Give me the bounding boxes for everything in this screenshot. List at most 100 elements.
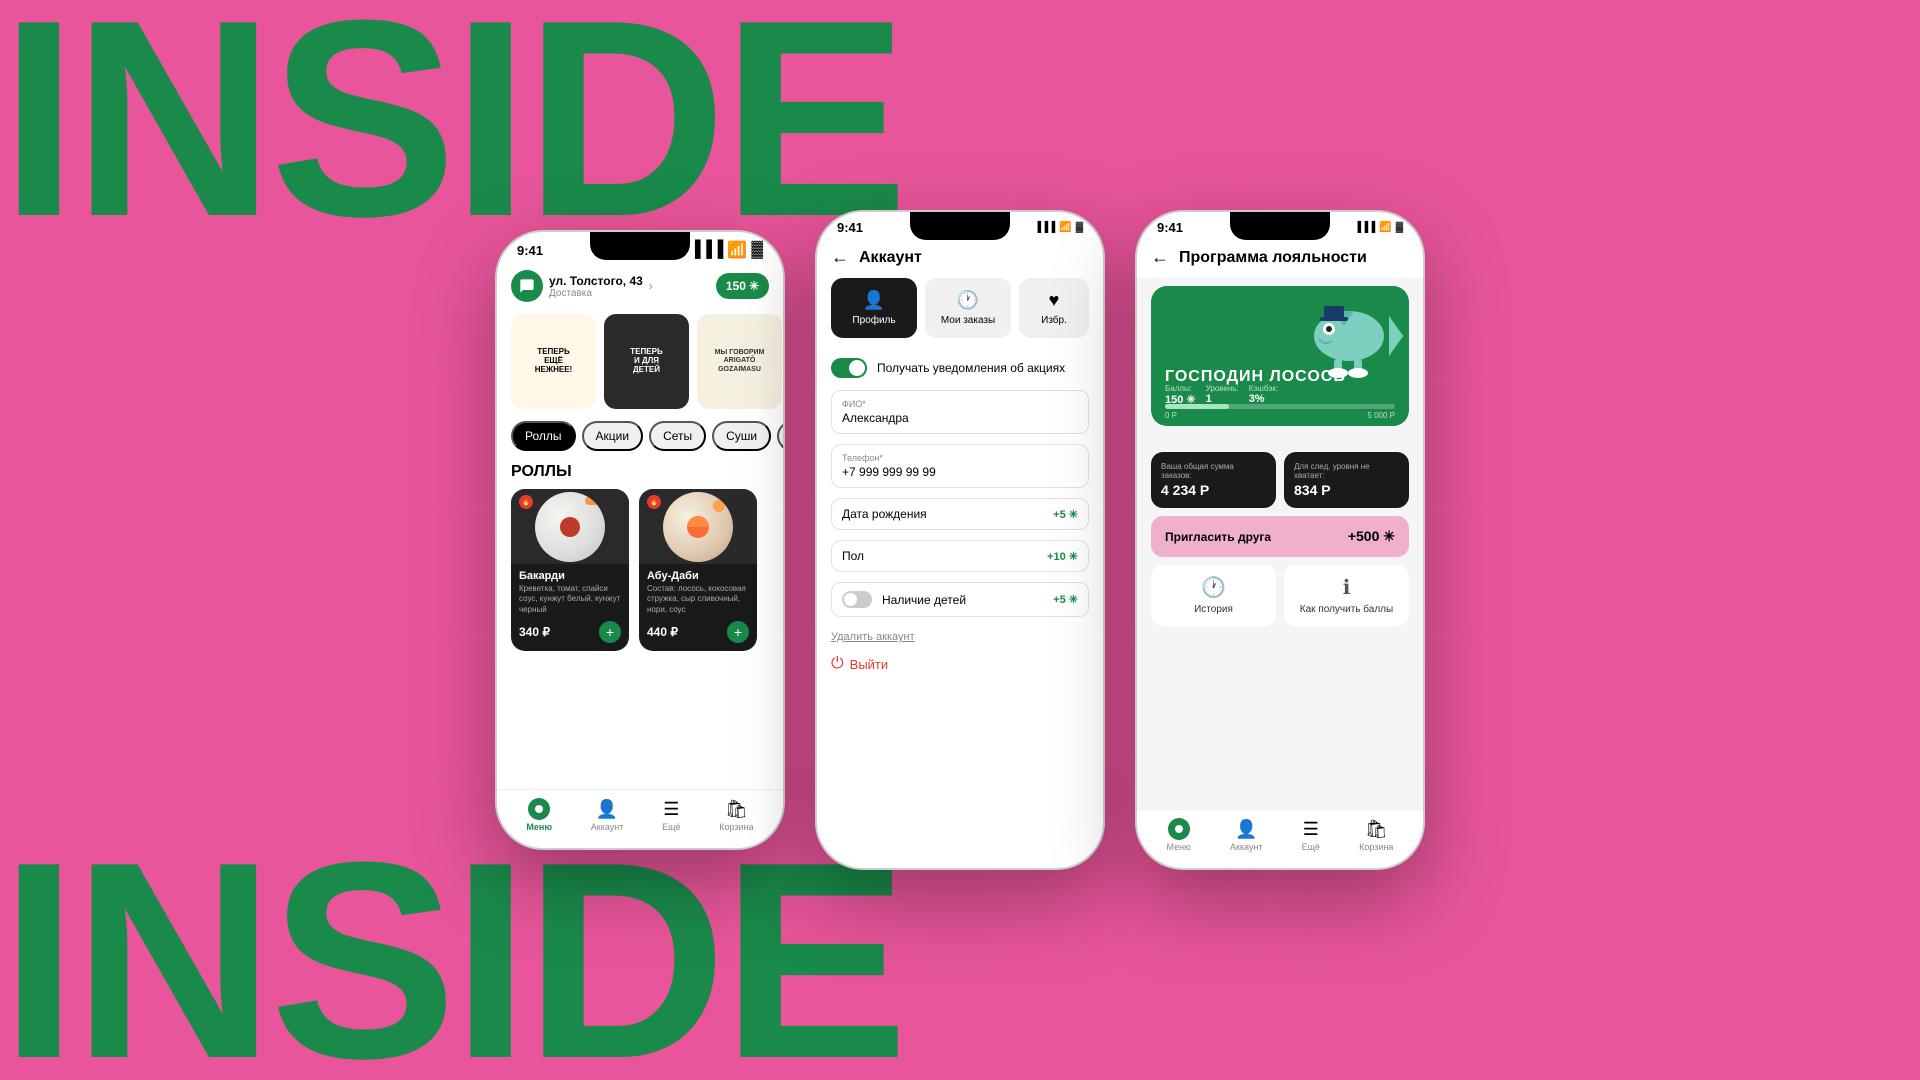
utility-how-to[interactable]: ℹ Как получить баллы [1284, 565, 1409, 626]
p3-nav-more[interactable]: ☰ Ещё [1302, 819, 1320, 852]
p3-nav-menu-label: Меню [1167, 842, 1191, 852]
notifications-toggle[interactable] [831, 358, 867, 378]
food-desc-abudabi: Состав: лосось, кокосовая стружка, сыр с… [647, 584, 749, 615]
children-bonus: +5 ✳ [1053, 593, 1078, 606]
name-field-value: Александра [842, 411, 1078, 425]
phone-field-label: Телефон* [842, 453, 1078, 463]
progress-start: 0 Р [1165, 411, 1177, 420]
next-level-value: 834 Р [1294, 482, 1399, 498]
category-actions[interactable]: Акции [582, 421, 644, 451]
p3-more-icon: ☰ [1303, 819, 1319, 840]
children-field[interactable]: Наличие детей +5 ✳ [831, 582, 1089, 617]
phone1-bottom-nav: Меню 👤 Аккаунт ☰ Ещё 🛍 Корзина [497, 789, 783, 848]
p3-account-icon: 👤 [1235, 819, 1257, 840]
phone1-status-icons: ▐▐▐ 📶 ▓ [689, 240, 763, 260]
delete-account-link[interactable]: Удалить аккаунт [817, 627, 1103, 651]
phone-loyalty: 9:41 ▐▐▐ 📶 ▓ ← Программа лояльности [1135, 210, 1425, 870]
p3-nav-menu[interactable]: Меню [1167, 818, 1191, 852]
category-sushi[interactable]: Суши [712, 421, 771, 451]
utility-cards: 🕐 История ℹ Как получить баллы [1137, 565, 1423, 626]
points-badge[interactable]: 150 ✳ [716, 273, 769, 299]
logout-label: Выйти [850, 657, 889, 672]
address-sub: Доставка [549, 288, 643, 299]
p3-more-label: Ещё [1302, 842, 1320, 852]
phone3-title: Программа лояльности [1179, 249, 1367, 267]
name-field[interactable]: ФИО* Александра [831, 390, 1089, 434]
nav-account[interactable]: 👤 Аккаунт [591, 799, 624, 832]
p2-wifi-icon: 📶 [1059, 222, 1071, 233]
total-orders-label: Ваша общая сумма заказов: [1161, 462, 1266, 480]
phone-account: 9:41 ▐▐▐ 📶 ▓ ← Аккаунт 👤 Профиль [815, 210, 1105, 870]
food-card-bakardi-img: 🔥 [511, 489, 629, 564]
chat-icon [511, 270, 543, 302]
phone1-header: ул. Толстого, 43 Доставка › 150 ✳ [497, 264, 783, 310]
nav-cart[interactable]: 🛍 Корзина [719, 799, 753, 832]
banner-1[interactable]: ТЕПЕРЬЕЩЁНЕЖНЕЕ! [511, 314, 596, 409]
favorites-tab-label: Избр. [1041, 315, 1067, 326]
phone-field[interactable]: Телефон* +7 999 999 99 99 [831, 444, 1089, 488]
logout-button[interactable]: ⏻ Выйти [817, 651, 1103, 677]
category-soups[interactable]: Супы [777, 421, 783, 451]
banner-3[interactable]: МЫ ГОВОРИМARIGATŌGOZAIMASU [697, 314, 782, 409]
address-section[interactable]: ул. Толстого, 43 Доставка › [511, 270, 653, 302]
food-card-abudabi[interactable]: 🔥 Абу-Даби Состав: лосось, кокосовая стр… [639, 489, 757, 651]
back-button[interactable]: ← [831, 247, 849, 268]
nav-menu[interactable]: Меню [526, 798, 552, 832]
p3-nav-cart[interactable]: 🛍 Корзина [1359, 819, 1393, 852]
category-rolls[interactable]: Роллы [511, 421, 576, 451]
p3-signal-icon: ▐▐▐ [1354, 222, 1375, 233]
loyalty-stat-points: Баллы: 150 ✳ [1165, 384, 1196, 406]
next-level-label: Для след. уровня не хватает: [1294, 462, 1399, 480]
nav-more-icon: ☰ [663, 799, 679, 820]
children-toggle[interactable] [842, 591, 872, 608]
add-bakardi-button[interactable]: + [599, 621, 621, 643]
children-toggle-thumb [844, 593, 857, 606]
loyalty-total-card: Ваша общая сумма заказов: 4 234 Р [1151, 452, 1276, 508]
food-card-abudabi-img: 🔥 [639, 489, 757, 564]
signal-icon: ▐▐▐ [689, 241, 723, 259]
invite-card[interactable]: Пригласить друга +500 ✳ [1151, 516, 1409, 557]
food-name-abudabi: Абу-Даби [647, 570, 749, 582]
phone2-status-icons: ▐▐▐ 📶 ▓ [1034, 222, 1083, 233]
utility-history[interactable]: 🕐 История [1151, 565, 1276, 626]
add-abudabi-button[interactable]: + [727, 621, 749, 643]
invite-bonus: +500 ✳ [1348, 528, 1395, 545]
categories-row: Роллы Акции Сеты Суши Супы [497, 417, 783, 459]
category-sets[interactable]: Сеты [649, 421, 706, 451]
tab-profile[interactable]: 👤 Профиль [831, 278, 917, 338]
toggle-thumb [849, 360, 865, 376]
food-price-row-bakardi: 340 ₽ + [519, 621, 621, 643]
p3-nav-account[interactable]: 👤 Аккаунт [1230, 819, 1263, 852]
tab-orders[interactable]: 🕐 Мои заказы [925, 278, 1011, 338]
loyalty-stats-row: Баллы: 150 ✳ Уровень: 1 Кэшбэк: 3% [1165, 384, 1395, 406]
nav-account-icon: 👤 [596, 799, 618, 820]
food-name-bakardi: Бакарди [519, 570, 621, 582]
invite-label: Пригласить друга [1165, 530, 1271, 544]
phone1-inner: 9:41 ▐▐▐ 📶 ▓ ул. Толстого, 43 [497, 232, 783, 848]
banners-row: ТЕПЕРЬЕЩЁНЕЖНЕЕ! ТЕПЕРЬИ ДЛЯДЕТЕЙ МЫ ГОВ… [497, 310, 783, 417]
p3-cart-icon: 🛍 [1365, 819, 1388, 840]
banner-2[interactable]: ТЕПЕРЬИ ДЛЯДЕТЕЙ [604, 314, 689, 409]
nav-more-label: Ещё [662, 822, 680, 832]
phone1-notch [590, 232, 690, 260]
history-label: История [1194, 604, 1233, 616]
phone3-back-button[interactable]: ← [1151, 247, 1169, 268]
gender-field[interactable]: Пол +10 ✳ [831, 540, 1089, 572]
tab-favorites[interactable]: ♥ Избр. [1019, 278, 1089, 338]
birthday-field[interactable]: Дата рождения +5 ✳ [831, 498, 1089, 530]
nav-cart-icon: 🛍 [725, 799, 748, 820]
banner1-text: ТЕПЕРЬЕЩЁНЕЖНЕЕ! [535, 348, 572, 374]
progress-end: 5 000 Р [1367, 411, 1395, 420]
nav-more[interactable]: ☰ Ещё [662, 799, 680, 832]
spacer [497, 651, 783, 789]
gender-label: Пол [842, 549, 864, 563]
food-card-bakardi[interactable]: 🔥 Бакарди Креветка, томат, спайси соус, … [511, 489, 629, 651]
name-field-label: ФИО* [842, 399, 1078, 409]
phone2-inner: 9:41 ▐▐▐ 📶 ▓ ← Аккаунт 👤 Профиль [817, 212, 1103, 868]
notifications-toggle-row: Получать уведомления об акциях [817, 350, 1103, 390]
birthday-label: Дата рождения [842, 507, 927, 521]
points-star-icon: ✳ [749, 279, 759, 293]
nav-account-label: Аккаунт [591, 822, 624, 832]
spacer3 [1137, 626, 1423, 809]
logout-icon: ⏻ [831, 655, 844, 673]
